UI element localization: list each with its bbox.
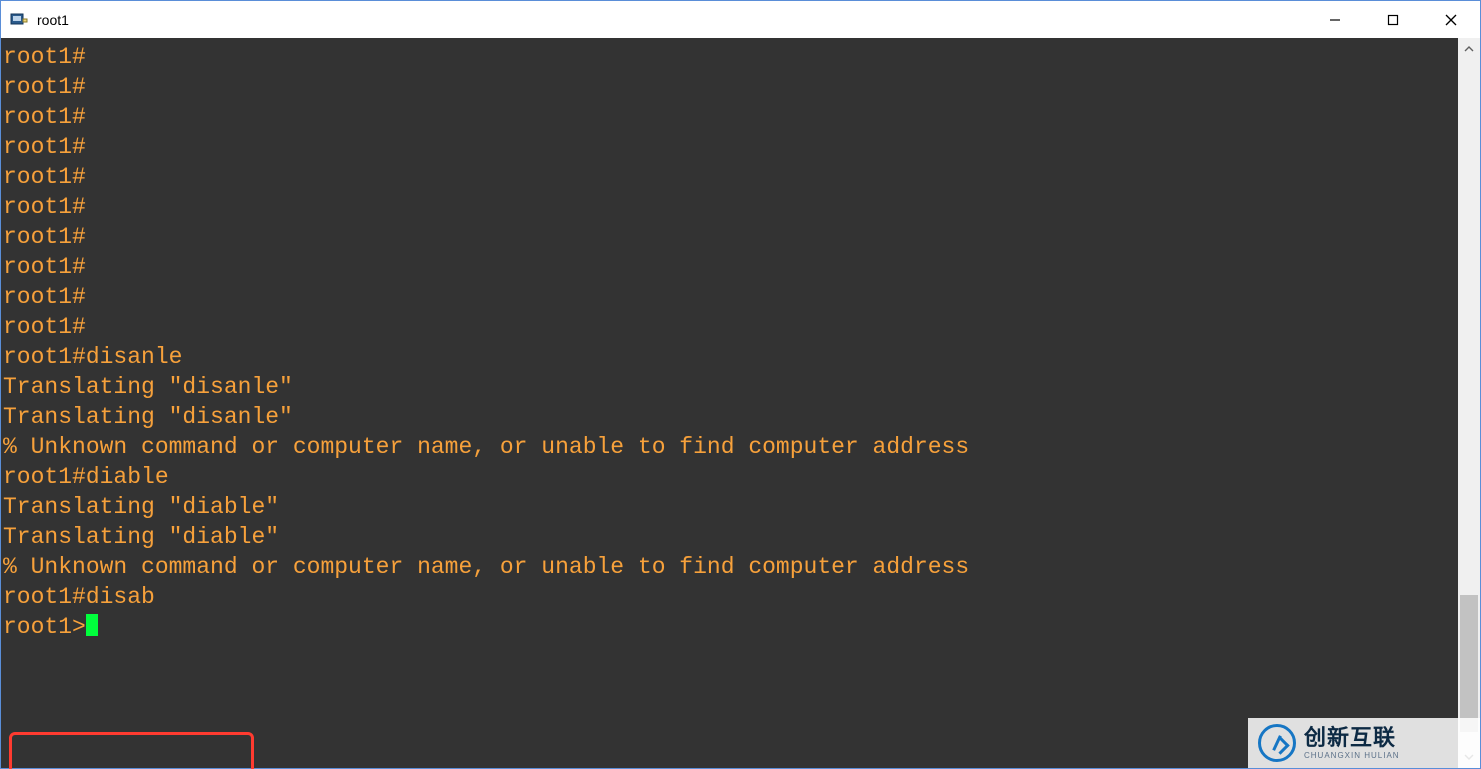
putty-icon [9, 10, 29, 30]
terminal-line: root1# [3, 312, 1456, 342]
scroll-up-button[interactable] [1458, 38, 1480, 60]
minimize-icon [1329, 14, 1341, 26]
terminal-line: root1# [3, 282, 1456, 312]
terminal-area: root1#root1#root1#root1#root1#root1#root… [1, 38, 1480, 768]
terminal-line: % Unknown command or computer name, or u… [3, 432, 1456, 462]
terminal-cursor [86, 614, 98, 636]
terminal-line: root1# [3, 42, 1456, 72]
terminal-window: root1 root1#root1#root1#root1#root1#root… [0, 0, 1481, 769]
terminal-line: root1# [3, 222, 1456, 252]
terminal-line: root1# [3, 72, 1456, 102]
terminal-line: root1#disab [3, 582, 1456, 612]
terminal-line: root1# [3, 132, 1456, 162]
window-title: root1 [37, 12, 69, 28]
chevron-up-icon [1464, 44, 1474, 54]
maximize-icon [1387, 14, 1399, 26]
terminal-line: root1# [3, 162, 1456, 192]
close-button[interactable] [1422, 1, 1480, 38]
watermark-logo-icon [1258, 724, 1296, 762]
terminal-line: root1# [3, 252, 1456, 282]
scrollbar-track[interactable] [1458, 60, 1480, 746]
watermark-text: 创新互联 CHUANGXIN HULIAN [1304, 727, 1400, 760]
scrollbar-thumb[interactable] [1460, 595, 1478, 732]
terminal-line: Translating "diable" [3, 492, 1456, 522]
minimize-button[interactable] [1306, 1, 1364, 38]
terminal-line: root1#diable [3, 462, 1456, 492]
terminal-line: Translating "diable" [3, 522, 1456, 552]
terminal-line: % Unknown command or computer name, or u… [3, 552, 1456, 582]
watermark: 创新互联 CHUANGXIN HULIAN [1248, 718, 1480, 768]
watermark-main: 创新互联 [1304, 727, 1400, 749]
close-icon [1445, 14, 1457, 26]
terminal-line: root1# [3, 192, 1456, 222]
window-controls [1306, 1, 1480, 38]
titlebar[interactable]: root1 [1, 1, 1480, 38]
terminal-output[interactable]: root1#root1#root1#root1#root1#root1#root… [1, 38, 1458, 768]
terminal-line: root1# [3, 102, 1456, 132]
terminal-line: root1> [3, 612, 1456, 642]
terminal-line: root1#disanle [3, 342, 1456, 372]
watermark-sub: CHUANGXIN HULIAN [1304, 752, 1400, 760]
terminal-line: Translating "disanle" [3, 372, 1456, 402]
maximize-button[interactable] [1364, 1, 1422, 38]
terminal-line: Translating "disanle" [3, 402, 1456, 432]
scrollbar[interactable] [1458, 38, 1480, 768]
